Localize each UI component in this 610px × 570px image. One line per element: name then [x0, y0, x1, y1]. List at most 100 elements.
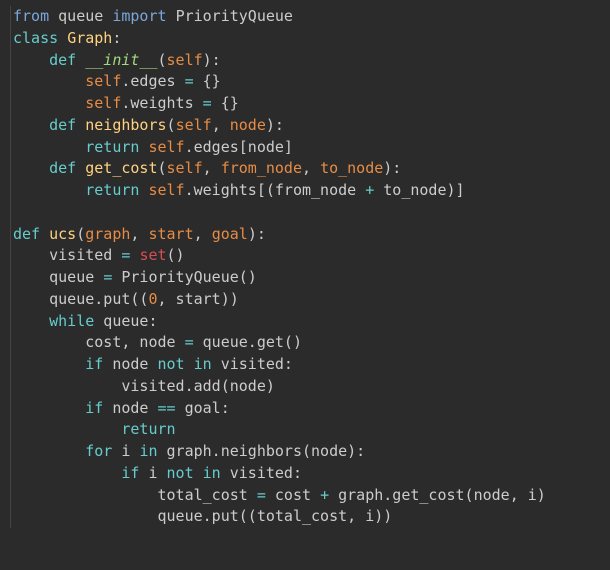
keyword-not: not	[158, 355, 185, 373]
comma: ,	[203, 159, 221, 177]
loop-var: i	[112, 442, 139, 460]
expr: node	[103, 399, 157, 417]
keyword-if: if	[121, 464, 139, 482]
assign-target: .weights	[121, 94, 202, 112]
keyword-for: for	[85, 442, 112, 460]
tuple-unpack: cost, node	[85, 333, 184, 351]
op-assign: =	[185, 333, 194, 351]
builtin-set: set	[139, 246, 166, 264]
code-line: for i in graph.neighbors(node):	[13, 441, 610, 463]
param-from-node: from_node	[221, 159, 302, 177]
keyword-from: from	[13, 7, 49, 25]
assign-target: .edges	[121, 72, 184, 90]
code-line: cost, node = queue.get()	[13, 332, 610, 354]
paren: (	[76, 225, 85, 243]
expr: .edges[node]	[185, 138, 293, 156]
expr: to_node)]	[374, 181, 464, 199]
keyword-class: class	[13, 29, 58, 47]
comma: ,	[130, 225, 148, 243]
expr: , start))	[158, 290, 239, 308]
code-line: return self.weights[(from_node + to_node…	[13, 180, 610, 202]
param-graph: graph	[85, 225, 130, 243]
imported-name: PriorityQueue	[176, 7, 293, 25]
code-line: visited = set()	[13, 245, 610, 267]
keyword-if: if	[85, 399, 103, 417]
comma: ,	[302, 159, 320, 177]
method-init: __init__	[85, 51, 157, 69]
code-line: def ucs(graph, start, goal):	[13, 224, 610, 246]
int-zero: 0	[148, 290, 157, 308]
comma: ,	[212, 116, 230, 134]
paren: (	[167, 116, 176, 134]
dict-literal: {}	[212, 94, 239, 112]
expr: goal:	[176, 399, 230, 417]
param-start: start	[148, 225, 193, 243]
cond: queue:	[94, 312, 157, 330]
paren-colon: ):	[248, 225, 266, 243]
parens: ()	[167, 246, 185, 264]
code-line: if node not in visited:	[13, 354, 610, 376]
ident-self: self	[85, 72, 121, 90]
op-eq: ==	[158, 399, 176, 417]
code-line: while queue:	[13, 311, 610, 333]
keyword-return: return	[85, 181, 139, 199]
code-line: if i not in visited:	[13, 463, 610, 485]
op-assign: =	[257, 486, 266, 504]
keyword-def: def	[49, 116, 76, 134]
code-line: return	[13, 419, 610, 441]
code-line: queue.put((total_cost, i))	[13, 506, 610, 528]
paren: (	[158, 159, 167, 177]
code-line: from queue import PriorityQueue	[13, 6, 610, 28]
keyword-def: def	[13, 225, 40, 243]
keyword-return: return	[121, 420, 175, 438]
expr: queue.put((	[49, 290, 148, 308]
code-line: class Graph:	[13, 28, 610, 50]
var-queue: queue	[49, 268, 103, 286]
expr: i	[139, 464, 166, 482]
function-ucs: ucs	[49, 225, 76, 243]
method-get-cost: get_cost	[85, 159, 157, 177]
op-assign: =	[203, 94, 212, 112]
ident-self: self	[148, 138, 184, 156]
keyword-in: in	[194, 355, 212, 373]
keyword-return: return	[85, 138, 139, 156]
keyword-if: if	[85, 355, 103, 373]
op-assign: =	[121, 246, 130, 264]
method-neighbors: neighbors	[85, 116, 166, 134]
colon: :	[112, 29, 121, 47]
expr: graph.get_cost(node, i)	[329, 486, 546, 504]
code-line: return self.edges[node]	[13, 137, 610, 159]
paren: (	[158, 51, 167, 69]
code-line: self.weights = {}	[13, 93, 610, 115]
expr: .weights[(from_node	[185, 181, 366, 199]
keyword-def: def	[49, 159, 76, 177]
param-self: self	[167, 159, 203, 177]
expr: cost	[266, 486, 320, 504]
keyword-not: not	[167, 464, 194, 482]
expr: queue.put((total_cost, i))	[158, 507, 393, 525]
code-line: if node == goal:	[13, 398, 610, 420]
expr: visited:	[212, 355, 293, 373]
class-name: Graph	[67, 29, 112, 47]
code-line: self.edges = {}	[13, 71, 610, 93]
code-line: visited.add(node)	[13, 376, 610, 398]
code-block: from queue import PriorityQueueclass Gra…	[0, 0, 610, 528]
var-total-cost: total_cost	[158, 486, 257, 504]
keyword-import: import	[112, 7, 166, 25]
param-self: self	[167, 51, 203, 69]
code-line: queue.put((0, start))	[13, 289, 610, 311]
code-line: total_cost = cost + graph.get_cost(node,…	[13, 485, 610, 507]
expr: visited.add(node)	[121, 377, 275, 395]
param-node: node	[230, 116, 266, 134]
paren-colon: ):	[203, 51, 221, 69]
paren-colon: ):	[383, 159, 401, 177]
op-plus: +	[365, 181, 374, 199]
param-to-node: to_node	[320, 159, 383, 177]
ident-self: self	[148, 181, 184, 199]
ctor-call: PriorityQueue()	[112, 268, 257, 286]
module-name: queue	[58, 7, 103, 25]
expr: queue.get()	[194, 333, 302, 351]
keyword-in: in	[203, 464, 221, 482]
keyword-def: def	[49, 51, 76, 69]
keyword-in: in	[139, 442, 157, 460]
